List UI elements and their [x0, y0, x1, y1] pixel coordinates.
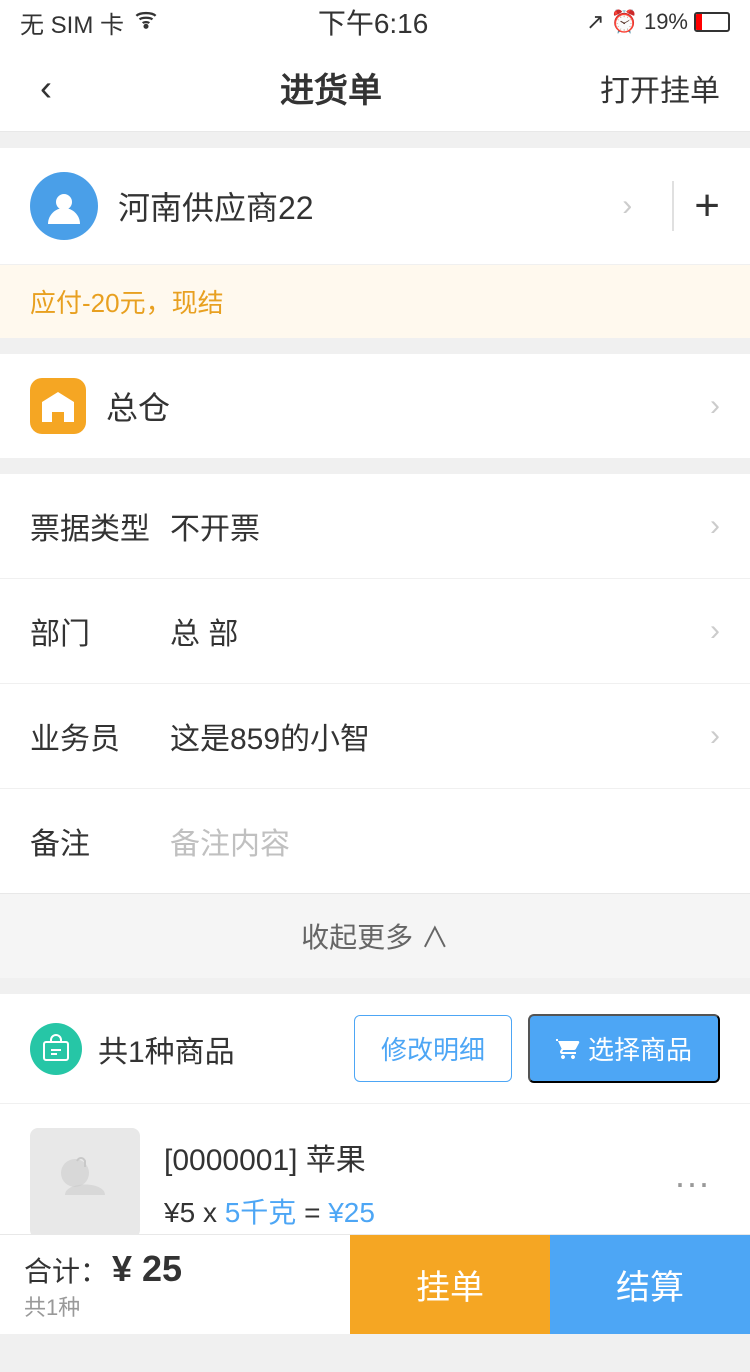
section-gap-1 [0, 132, 750, 148]
page-title: 进货单 [280, 63, 382, 112]
supplier-name: 河南供应商22 [118, 183, 622, 229]
products-section: 共1种商品 修改明细 选择商品 [0000001] 苹果 ¥5 x [0, 994, 750, 1262]
products-icon [30, 1023, 82, 1075]
select-product-button[interactable]: 选择商品 [528, 1014, 720, 1083]
add-supplier-button[interactable]: + [694, 184, 720, 228]
ticket-value: 不开票 [170, 504, 710, 548]
product-thumb-icon [55, 1153, 115, 1213]
department-value: 总 部 [170, 609, 710, 653]
remark-label: 备注 [30, 819, 170, 863]
collapse-button[interactable]: 收起更多 ∧ [0, 893, 750, 978]
product-code: [0000001] [164, 1144, 297, 1177]
product-equals: = [304, 1197, 328, 1228]
warehouse-row[interactable]: 总仓 › [0, 354, 750, 458]
back-button[interactable]: ‹ [30, 57, 62, 119]
alarm-icon: ⏰ [611, 9, 638, 35]
form-row-salesperson[interactable]: 业务员 这是859的小智 › [0, 683, 750, 788]
status-bar: 无 SIM 卡 下午6:16 ↗ ⏰ 19% [0, 0, 750, 44]
product-title: 苹果 [306, 1144, 366, 1177]
form-row-remark[interactable]: 备注 备注内容 [0, 788, 750, 893]
wifi-icon [132, 8, 160, 37]
product-price-row: ¥5 x 5千克 = ¥25 [164, 1191, 664, 1231]
battery-text: 19% [644, 9, 688, 35]
total-count: 共1种 [24, 1290, 326, 1322]
warehouse-chevron-icon: › [710, 389, 720, 423]
supplier-divider [672, 181, 674, 231]
product-multiply: x [203, 1197, 225, 1228]
status-bar-right: ↗ ⏰ 19% [586, 9, 730, 35]
collapse-label: 收起更多 ∧ [301, 916, 449, 956]
department-label: 部门 [30, 609, 170, 653]
salesperson-chevron-icon: › [710, 719, 720, 753]
section-gap-3 [0, 458, 750, 474]
cart-icon [556, 1037, 580, 1061]
bottom-bar: 合计： ¥ 25 共1种 挂单 结算 [0, 1234, 750, 1334]
products-header: 共1种商品 修改明细 选择商品 [0, 994, 750, 1103]
total-section: 合计： ¥ 25 共1种 [0, 1235, 350, 1334]
status-bar-left: 无 SIM 卡 [20, 5, 160, 40]
warehouse-icon [30, 378, 86, 434]
nav-bar: ‹ 进货单 打开挂单 [0, 44, 750, 132]
select-product-label: 选择商品 [588, 1030, 692, 1067]
location-icon: ↗ [586, 9, 604, 35]
checkout-button[interactable]: 结算 [550, 1235, 750, 1334]
salesperson-value: 这是859的小智 [170, 714, 710, 758]
section-gap-4 [0, 978, 750, 994]
product-info: [0000001] 苹果 ¥5 x 5千克 = ¥25 [164, 1135, 664, 1231]
form-row-department[interactable]: 部门 总 部 › [0, 578, 750, 683]
department-chevron-icon: › [710, 614, 720, 648]
product-thumbnail [30, 1128, 140, 1238]
product-qty: 5千克 [225, 1197, 297, 1228]
open-pending-button[interactable]: 打开挂单 [600, 66, 720, 110]
total-label: 合计： [24, 1250, 108, 1290]
status-bar-time: 下午6:16 [318, 2, 429, 42]
product-more-button[interactable]: ··· [664, 1152, 720, 1214]
edit-detail-button[interactable]: 修改明细 [354, 1015, 512, 1082]
hang-button[interactable]: 挂单 [350, 1235, 550, 1334]
ticket-chevron-icon: › [710, 509, 720, 543]
product-total: ¥25 [328, 1197, 375, 1228]
supplier-row[interactable]: 河南供应商22 › + [0, 148, 750, 265]
product-unit-price: ¥5 [164, 1197, 195, 1228]
payment-notice: 应付-20元，现结 [0, 265, 750, 338]
form-section: 票据类型 不开票 › 部门 总 部 › 业务员 这是859的小智 › 备注 备注… [0, 474, 750, 978]
carrier-text: 无 SIM 卡 [20, 5, 124, 40]
supplier-avatar [30, 172, 98, 240]
section-gap-2 [0, 338, 750, 354]
product-name: [0000001] 苹果 [164, 1135, 664, 1179]
products-count: 共1种商品 [98, 1027, 354, 1071]
warehouse-section[interactable]: 总仓 › [0, 354, 750, 458]
salesperson-label: 业务员 [30, 714, 170, 758]
supplier-section: 河南供应商22 › + 应付-20元，现结 [0, 148, 750, 338]
supplier-chevron-icon: › [622, 189, 632, 223]
battery-icon [694, 12, 730, 32]
warehouse-name: 总仓 [106, 383, 710, 429]
form-row-ticket[interactable]: 票据类型 不开票 › [0, 474, 750, 578]
remark-input[interactable]: 备注内容 [170, 819, 720, 863]
ticket-label: 票据类型 [30, 504, 170, 548]
total-amount: ¥ 25 [112, 1248, 182, 1290]
